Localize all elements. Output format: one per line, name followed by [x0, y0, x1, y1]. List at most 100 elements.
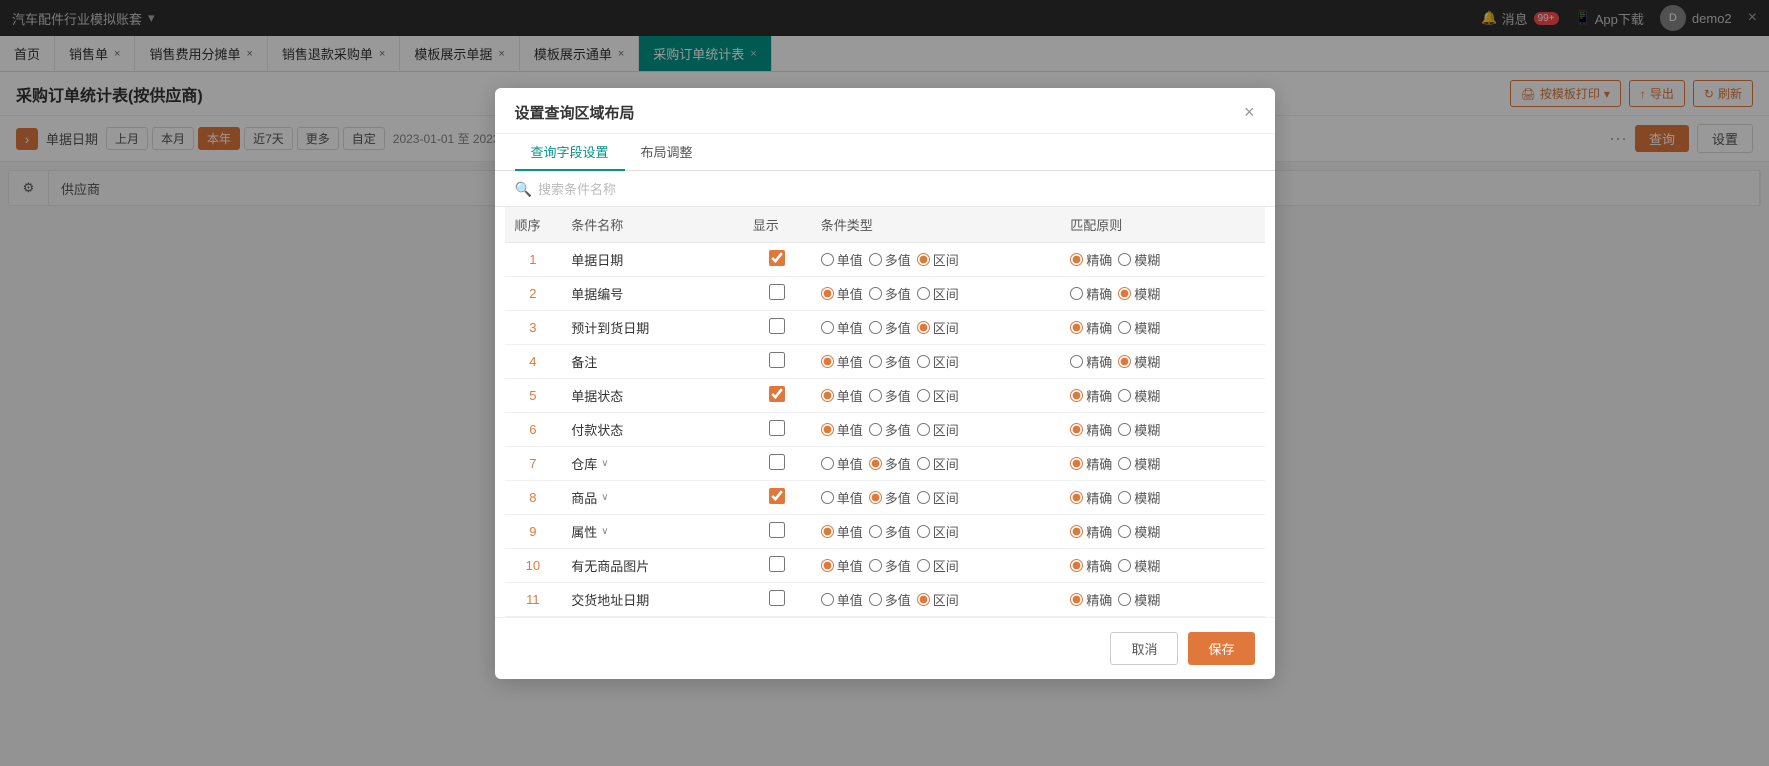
type-option-区间[interactable]: 区间 [917, 386, 959, 405]
show-checkbox-1[interactable] [769, 250, 785, 266]
cell-show [743, 582, 811, 616]
type-option-区间[interactable]: 区间 [917, 420, 959, 439]
type-option-多值[interactable]: 多值 [869, 590, 911, 609]
type-option-多值[interactable]: 多值 [869, 318, 911, 337]
cell-type: 单值多值区间 [811, 446, 1061, 480]
dialog-footer: 取消 保存 [495, 617, 1275, 679]
table-row: 11交货地址日期单值多值区间精确模糊 [505, 582, 1265, 616]
type-option-单值[interactable]: 单值 [821, 590, 863, 609]
match-option-模糊[interactable]: 模糊 [1118, 284, 1160, 303]
cell-show [743, 412, 811, 446]
table-row: 7仓库∨单值多值区间精确模糊 [505, 446, 1265, 480]
type-option-区间[interactable]: 区间 [917, 488, 959, 507]
show-checkbox-6[interactable] [769, 420, 785, 436]
match-option-模糊[interactable]: 模糊 [1118, 318, 1160, 337]
match-option-精确[interactable]: 精确 [1070, 352, 1112, 371]
match-option-模糊[interactable]: 模糊 [1118, 250, 1160, 269]
cell-order: 1 [505, 242, 562, 276]
show-checkbox-9[interactable] [769, 522, 785, 538]
arrow-down-icon[interactable]: ∨ [601, 458, 608, 469]
search-input[interactable] [538, 182, 1255, 197]
cell-type: 单值多值区间 [811, 582, 1061, 616]
match-option-精确[interactable]: 精确 [1070, 590, 1112, 609]
dialog-tab-layout[interactable]: 布局调整 [625, 134, 709, 171]
type-option-多值[interactable]: 多值 [869, 284, 911, 303]
type-option-区间[interactable]: 区间 [917, 250, 959, 269]
type-option-区间[interactable]: 区间 [917, 284, 959, 303]
arrow-down-icon[interactable]: ∨ [601, 492, 608, 503]
type-option-多值[interactable]: 多值 [869, 488, 911, 507]
type-option-多值[interactable]: 多值 [869, 556, 911, 575]
type-option-多值[interactable]: 多值 [869, 420, 911, 439]
show-checkbox-8[interactable] [769, 488, 785, 504]
match-option-模糊[interactable]: 模糊 [1118, 454, 1160, 473]
type-option-单值[interactable]: 单值 [821, 284, 863, 303]
dialog-close-btn[interactable]: × [1244, 103, 1255, 121]
th-order: 顺序 [505, 207, 562, 243]
match-option-模糊[interactable]: 模糊 [1118, 352, 1160, 371]
cell-match: 精确模糊 [1060, 276, 1264, 310]
match-option-精确[interactable]: 精确 [1070, 522, 1112, 541]
type-option-多值[interactable]: 多值 [869, 454, 911, 473]
show-checkbox-10[interactable] [769, 556, 785, 572]
type-option-单值[interactable]: 单值 [821, 556, 863, 575]
type-option-单值[interactable]: 单值 [821, 318, 863, 337]
type-option-单值[interactable]: 单值 [821, 454, 863, 473]
cell-name: 单据日期 [561, 242, 742, 276]
cell-order: 8 [505, 480, 562, 514]
cell-type: 单值多值区间 [811, 548, 1061, 582]
show-checkbox-7[interactable] [769, 454, 785, 470]
match-option-精确[interactable]: 精确 [1070, 318, 1112, 337]
type-option-区间[interactable]: 区间 [917, 590, 959, 609]
type-option-多值[interactable]: 多值 [869, 250, 911, 269]
type-option-单值[interactable]: 单值 [821, 250, 863, 269]
match-option-精确[interactable]: 精确 [1070, 556, 1112, 575]
show-checkbox-11[interactable] [769, 590, 785, 606]
cell-match: 精确模糊 [1060, 310, 1264, 344]
arrow-down-icon[interactable]: ∨ [601, 526, 608, 537]
type-option-区间[interactable]: 区间 [917, 454, 959, 473]
cell-name: 有无商品图片 [561, 548, 742, 582]
match-option-模糊[interactable]: 模糊 [1118, 420, 1160, 439]
match-option-精确[interactable]: 精确 [1070, 284, 1112, 303]
type-option-单值[interactable]: 单值 [821, 522, 863, 541]
match-option-模糊[interactable]: 模糊 [1118, 556, 1160, 575]
dialog-title: 设置查询区域布局 [515, 102, 635, 123]
match-option-精确[interactable]: 精确 [1070, 454, 1112, 473]
dialog: 设置查询区域布局 × 查询字段设置 布局调整 🔍 顺序 条件名称 [495, 88, 1275, 679]
type-option-区间[interactable]: 区间 [917, 352, 959, 371]
type-option-区间[interactable]: 区间 [917, 522, 959, 541]
cell-match: 精确模糊 [1060, 514, 1264, 548]
show-checkbox-4[interactable] [769, 352, 785, 368]
table-row: 9属性∨单值多值区间精确模糊 [505, 514, 1265, 548]
dialog-tab-fields[interactable]: 查询字段设置 [515, 134, 625, 171]
type-option-单值[interactable]: 单值 [821, 488, 863, 507]
match-option-精确[interactable]: 精确 [1070, 420, 1112, 439]
match-option-模糊[interactable]: 模糊 [1118, 590, 1160, 609]
type-option-多值[interactable]: 多值 [869, 522, 911, 541]
cell-type: 单值多值区间 [811, 276, 1061, 310]
match-option-模糊[interactable]: 模糊 [1118, 522, 1160, 541]
type-option-多值[interactable]: 多值 [869, 386, 911, 405]
type-option-单值[interactable]: 单值 [821, 420, 863, 439]
match-option-精确[interactable]: 精确 [1070, 488, 1112, 507]
match-option-模糊[interactable]: 模糊 [1118, 488, 1160, 507]
type-option-区间[interactable]: 区间 [917, 318, 959, 337]
cell-name: 仓库∨ [561, 446, 742, 480]
cancel-button[interactable]: 取消 [1110, 632, 1178, 665]
type-option-多值[interactable]: 多值 [869, 352, 911, 371]
match-option-精确[interactable]: 精确 [1070, 386, 1112, 405]
type-option-区间[interactable]: 区间 [917, 556, 959, 575]
type-option-单值[interactable]: 单值 [821, 352, 863, 371]
dialog-search-bar: 🔍 [495, 171, 1275, 207]
show-checkbox-2[interactable] [769, 284, 785, 300]
cell-show [743, 242, 811, 276]
match-option-模糊[interactable]: 模糊 [1118, 386, 1160, 405]
match-option-精确[interactable]: 精确 [1070, 250, 1112, 269]
cell-show [743, 548, 811, 582]
type-option-单值[interactable]: 单值 [821, 386, 863, 405]
show-checkbox-5[interactable] [769, 386, 785, 402]
show-checkbox-3[interactable] [769, 318, 785, 334]
save-button[interactable]: 保存 [1188, 632, 1254, 665]
cell-type: 单值多值区间 [811, 378, 1061, 412]
